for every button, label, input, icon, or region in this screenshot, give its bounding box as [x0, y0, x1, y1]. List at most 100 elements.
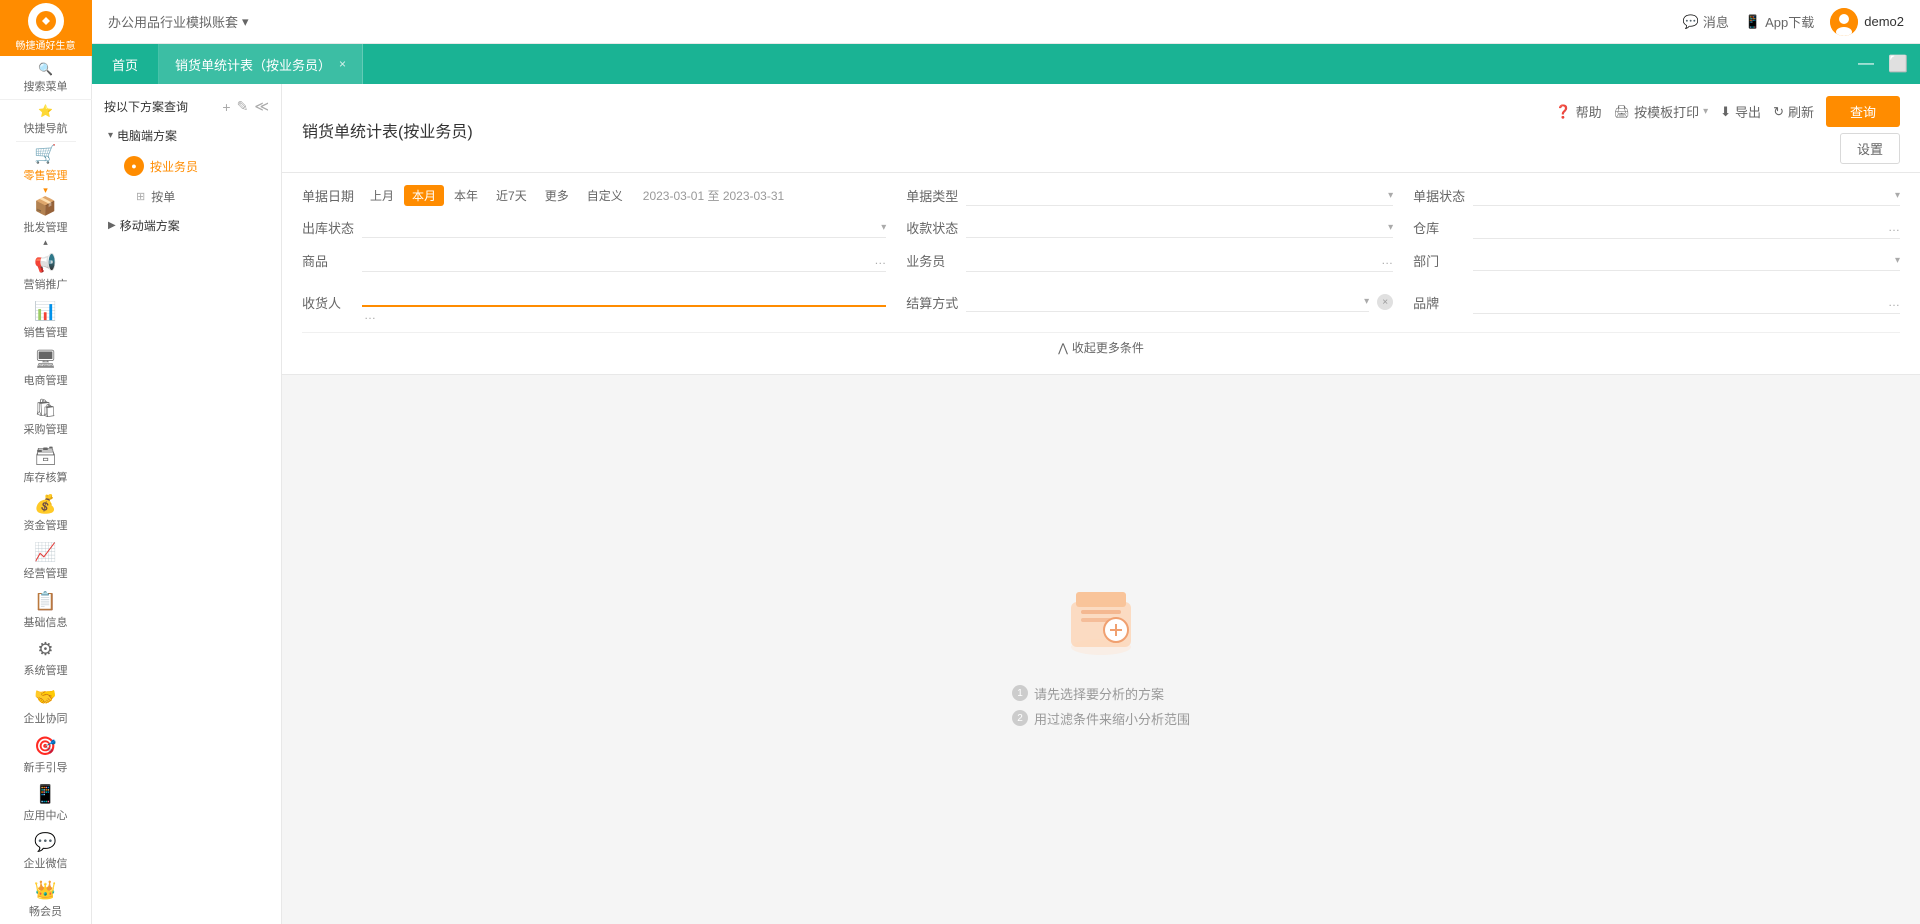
scheme-item-by-salesman[interactable]: ● 按业务员: [100, 150, 281, 182]
query-button[interactable]: 查询: [1826, 96, 1900, 127]
receiver-dots[interactable]: …: [364, 308, 376, 322]
sidebar-item-inventory[interactable]: 🗃 库存核算: [0, 441, 92, 489]
doc-status-select[interactable]: ▾: [1473, 186, 1900, 206]
left-panel-header-label: 按以下方案查询: [104, 98, 188, 115]
sidebar-item-appcenter[interactable]: 📱 应用中心: [0, 779, 92, 827]
date-tab-this-month[interactable]: 本月: [404, 185, 444, 206]
print-button[interactable]: 🖨 按模板打印 ▾: [1614, 102, 1709, 121]
sidebar-item-marketing[interactable]: 📢 营销推广: [0, 248, 92, 296]
topbar-dropdown-icon[interactable]: ▾: [242, 14, 249, 30]
scheme-sub-icon: ⊞: [136, 190, 145, 203]
product-dots[interactable]: …: [874, 253, 886, 267]
tabbar: 首页 销货单统计表（按业务员） × — ⬜: [92, 44, 1920, 84]
search-menu-button[interactable]: 🔍 搜索菜单: [0, 56, 92, 101]
sidebar-item-collab[interactable]: 🤝 企业协同: [0, 683, 92, 731]
scheme-group-desktop-header[interactable]: ▾ 电脑端方案: [100, 121, 281, 150]
filter-receive-status: 收款状态 ▾: [906, 218, 1393, 238]
tab-sales-stats[interactable]: 销货单统计表（按业务员） ×: [159, 44, 363, 84]
filter-row-4: 收货人 … 结算方式 ▾: [302, 282, 1900, 322]
product-label: 商品: [302, 251, 362, 270]
marketing-icon: 📢: [34, 253, 56, 274]
tab-home[interactable]: 首页: [92, 44, 159, 84]
brand-input[interactable]: …: [1473, 291, 1900, 314]
sales-icon: 📊: [34, 301, 56, 322]
receive-status-arrow: ▾: [1388, 222, 1393, 233]
export-button[interactable]: ⬇ 导出: [1720, 102, 1761, 121]
sidebar-item-operations[interactable]: 📈 经营管理: [0, 538, 92, 586]
edit-scheme-icon[interactable]: ✎: [237, 98, 249, 115]
scheme-sub-item-by-order[interactable]: ⊞ 按单: [100, 182, 281, 211]
salesman-input[interactable]: …: [966, 249, 1393, 272]
scheme-group-mobile-label: 移动端方案: [120, 217, 180, 234]
sidebar-item-ecommerce-label: 电商管理: [24, 372, 68, 388]
sidebar-item-purchase[interactable]: 🛍 采购管理: [0, 393, 92, 441]
date-tab-more[interactable]: 更多: [537, 185, 577, 206]
warehouse-select[interactable]: …: [1473, 216, 1900, 239]
salesman-dots[interactable]: …: [1381, 253, 1393, 267]
date-tab-7days[interactable]: 近7天: [488, 185, 535, 206]
department-select[interactable]: ▾: [1473, 251, 1900, 271]
search-icon: 🔍: [38, 62, 53, 76]
help-button[interactable]: ❓ 帮助: [1555, 102, 1601, 121]
quick-nav-button[interactable]: ⭐ 快捷导航: [0, 100, 92, 139]
message-icon: 💬: [1683, 14, 1699, 30]
doc-status-label: 单据状态: [1413, 186, 1473, 205]
tab-minimize-button[interactable]: —: [1852, 50, 1880, 78]
newguide-icon: 🎯: [34, 736, 56, 757]
sidebar-item-member[interactable]: 👑 畅会员: [0, 876, 92, 924]
filter-date: 单据日期 上月 本月 本年 近7天 更多 自定义 2023-03-01 至 20…: [302, 185, 886, 206]
sidebar-item-basicinfo[interactable]: 📋 基础信息: [0, 586, 92, 634]
payment-select[interactable]: ▾: [966, 292, 1369, 312]
collapse-bar[interactable]: ⋀ 收起更多条件: [302, 332, 1900, 362]
product-input[interactable]: …: [362, 249, 886, 272]
wholesale-expand-icon: ▴: [43, 237, 48, 248]
filter-payment: 结算方式 ▾ ×: [906, 292, 1393, 312]
out-status-select[interactable]: ▾: [362, 218, 886, 238]
quick-nav-icon: ⭐: [38, 104, 53, 118]
scheme-sub-item-label: 按单: [151, 188, 175, 205]
refresh-button[interactable]: ↻ 刷新: [1773, 102, 1814, 121]
tab-close-icon[interactable]: ×: [339, 57, 346, 71]
sidebar-item-purchase-label: 采购管理: [24, 421, 68, 437]
out-status-label: 出库状态: [302, 218, 362, 237]
doc-type-select[interactable]: ▾: [966, 186, 1393, 206]
date-tab-last-month[interactable]: 上月: [362, 185, 402, 206]
doc-status-control: ▾: [1473, 186, 1900, 206]
payment-clear-icon[interactable]: ×: [1377, 294, 1393, 310]
refresh-label: 刷新: [1788, 102, 1814, 121]
user-profile-button[interactable]: demo2: [1830, 8, 1904, 36]
filter-receiver: 收货人 …: [302, 282, 886, 322]
date-tab-custom[interactable]: 自定义: [579, 185, 631, 206]
sidebar-item-newguide[interactable]: 🎯 新手引导: [0, 731, 92, 779]
main-content-area: 1 请先选择要分析的方案 2 用过滤条件来缩小分析范围: [282, 375, 1920, 924]
sidebar-item-collab-label: 企业协同: [24, 710, 68, 726]
message-button[interactable]: 💬 消息: [1683, 12, 1729, 31]
collapse-panel-icon[interactable]: ≪: [254, 98, 269, 115]
brand-dots[interactable]: …: [1888, 295, 1900, 309]
date-tab-this-year[interactable]: 本年: [446, 185, 486, 206]
receiver-input[interactable]: [362, 282, 886, 307]
receive-status-select[interactable]: ▾: [966, 218, 1393, 238]
tab-maximize-button[interactable]: ⬜: [1884, 50, 1912, 78]
sidebar-item-system[interactable]: ⚙ 系统管理: [0, 634, 92, 682]
print-dropdown-icon[interactable]: ▾: [1703, 106, 1708, 117]
sidebar-item-retail[interactable]: 🛒 零售管理 ▾: [0, 144, 92, 196]
scheme-item-by-salesman-label: 按业务员: [150, 158, 198, 175]
sidebar-divider-1: [16, 141, 76, 142]
sidebar-expand-icon: ▾: [43, 185, 48, 196]
add-scheme-icon[interactable]: +: [222, 99, 230, 115]
sidebar-item-wechat[interactable]: 💬 企业微信: [0, 827, 92, 875]
appcenter-icon: 📱: [34, 784, 56, 805]
setting-button[interactable]: 设置: [1840, 133, 1900, 164]
left-panel-header-icons: + ✎ ≪: [222, 98, 269, 115]
sidebar-item-sales[interactable]: 📊 销售管理: [0, 296, 92, 344]
app-logo[interactable]: 畅捷通好生意: [0, 0, 92, 56]
warehouse-dots[interactable]: …: [1888, 220, 1900, 234]
scheme-group-mobile-header[interactable]: ▶ 移动端方案: [92, 211, 281, 240]
wholesale-icon: 📦: [34, 196, 56, 217]
warehouse-control: …: [1473, 216, 1900, 239]
sidebar-item-wholesale[interactable]: 📦 批发管理 ▴: [0, 196, 92, 248]
sidebar-item-ecommerce[interactable]: 🖥 电商管理: [0, 345, 92, 393]
app-download-button[interactable]: 📱 App下载: [1745, 12, 1814, 31]
sidebar-item-finance[interactable]: 💰 资金管理: [0, 490, 92, 538]
